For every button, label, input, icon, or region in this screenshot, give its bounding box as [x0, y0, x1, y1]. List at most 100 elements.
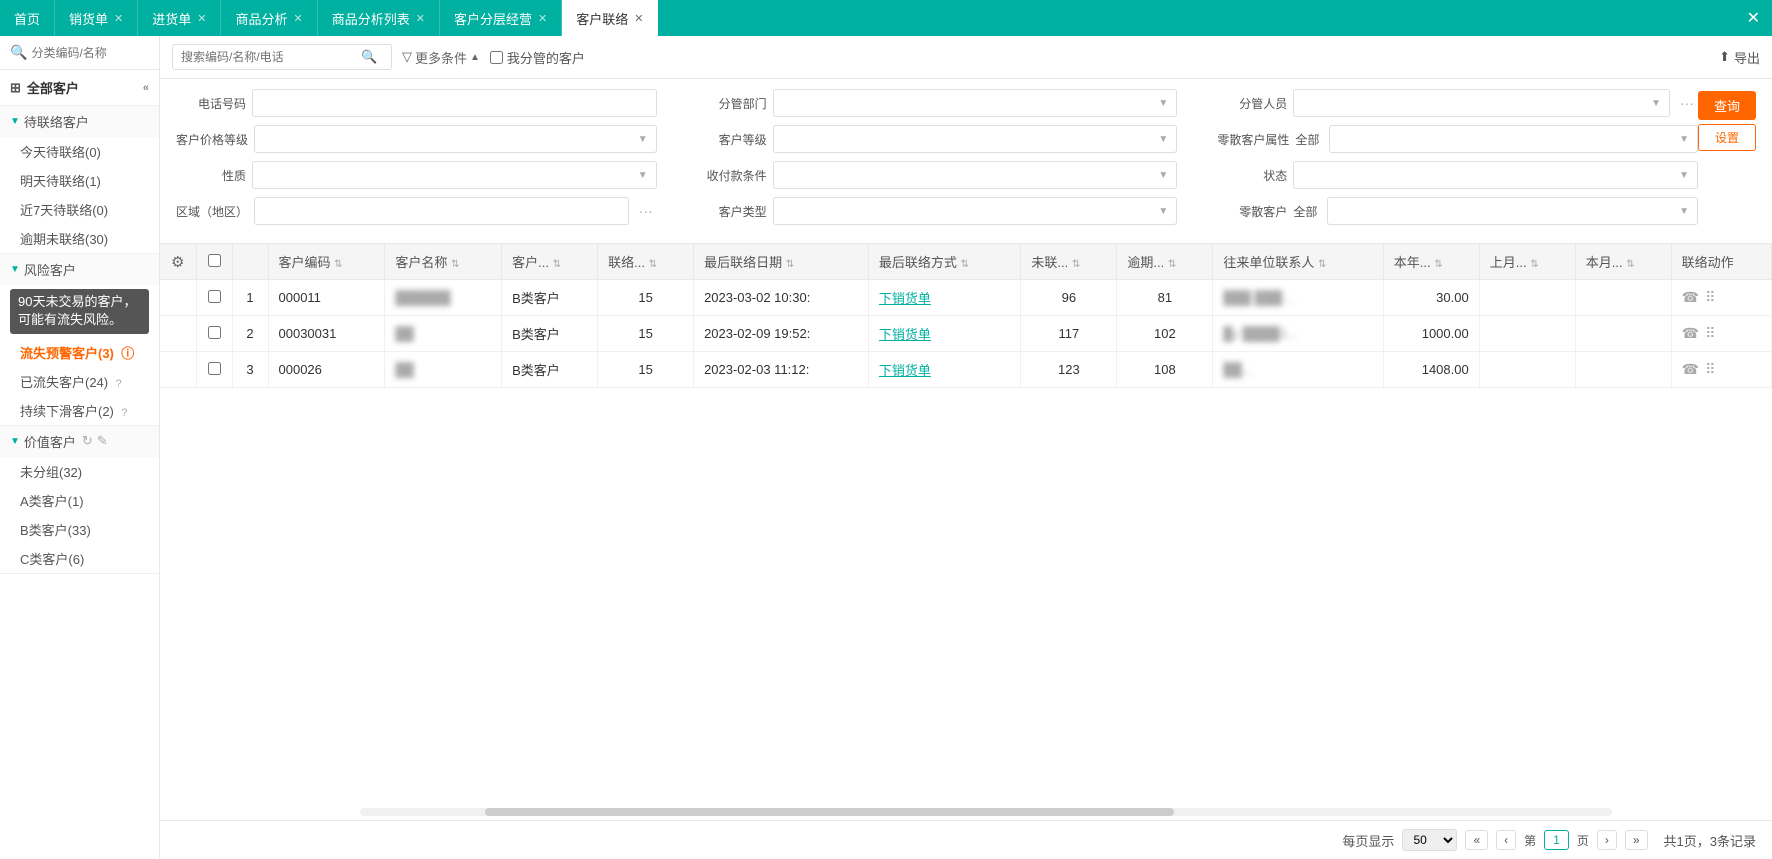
filter-price-level-select[interactable]: ▼	[254, 125, 657, 153]
col-type[interactable]: 客户... ⇅	[502, 244, 598, 280]
settings-button[interactable]: 设置	[1698, 124, 1756, 151]
td-method-0[interactable]: 下销货单	[868, 280, 1021, 316]
col-overdue[interactable]: 逾期... ⇅	[1117, 244, 1213, 280]
col-name[interactable]: 客户名称 ⇅	[385, 244, 502, 280]
window-close-icon[interactable]: ✕	[1747, 8, 1760, 28]
sidebar-item-churned[interactable]: 已流失客户(24) ?	[0, 367, 159, 396]
sidebar-group-value-header[interactable]: ▼ 价值客户 ↻ ✎	[0, 426, 159, 457]
td-checkbox-0[interactable]	[196, 280, 232, 316]
row-checkbox-2[interactable]	[208, 362, 221, 375]
col-contact-label: 联络...	[608, 255, 645, 270]
next-page-btn[interactable]: ›	[1597, 830, 1617, 850]
col-code[interactable]: 客户编码 ⇅	[268, 244, 385, 280]
query-button[interactable]: 查询	[1698, 91, 1756, 120]
col-unit-contact-label: 往来单位联系人	[1223, 255, 1314, 270]
tab-purchase-close[interactable]: ✕	[197, 12, 206, 25]
select-all-checkbox[interactable]	[208, 254, 221, 267]
col-uncontact[interactable]: 未联... ⇅	[1021, 244, 1117, 280]
search-input[interactable]	[181, 50, 361, 64]
tab-customer-contact[interactable]: 客户联络 ✕	[562, 0, 658, 36]
method-link-0[interactable]: 下销货单	[879, 291, 931, 306]
col-this-year[interactable]: 本年... ⇅	[1383, 244, 1479, 280]
tab-purchase[interactable]: 进货单 ✕	[138, 0, 221, 36]
sidebar-item-class-a[interactable]: A类客户(1)	[0, 486, 159, 515]
td-checkbox-2[interactable]	[196, 352, 232, 388]
filter-person-select[interactable]: ▼	[1293, 89, 1670, 117]
col-action: 联络动作	[1671, 244, 1771, 280]
tab-sales-close[interactable]: ✕	[114, 12, 123, 25]
action-phone-icon-2[interactable]: ☎	[1682, 361, 1699, 378]
tab-product-analysis-close[interactable]: ✕	[294, 12, 303, 25]
scrollbar-thumb[interactable]	[485, 808, 1174, 816]
sidebar-search-input[interactable]	[31, 46, 160, 60]
action-more-icon-0[interactable]: ⠿	[1705, 289, 1715, 306]
filter-phone-input[interactable]	[252, 89, 657, 117]
col-contact[interactable]: 联络... ⇅	[598, 244, 694, 280]
my-customers-check[interactable]	[490, 51, 503, 64]
tab-product-analysis[interactable]: 商品分析 ✕	[221, 0, 317, 36]
col-last-contact-method[interactable]: 最后联络方式 ⇅	[868, 244, 1021, 280]
horizontal-scrollbar[interactable]	[160, 804, 1772, 820]
filter-retail-customer-select[interactable]: ▼	[1327, 197, 1698, 225]
sidebar-item-7days[interactable]: 近7天待联络(0)	[0, 195, 159, 224]
filter-status-select[interactable]: ▼	[1293, 161, 1698, 189]
col-settings[interactable]: ⚙	[160, 244, 196, 280]
settings-icon[interactable]: ⚙	[171, 254, 184, 271]
filter-region-dots[interactable]: ···	[635, 203, 657, 219]
more-conditions-btn[interactable]: ▽ 更多条件 ▲	[402, 48, 480, 67]
col-unit-contact[interactable]: 往来单位联系人 ⇅	[1213, 244, 1383, 280]
col-this-month[interactable]: 本月... ⇅	[1575, 244, 1671, 280]
filter-customer-type-select[interactable]: ▼	[773, 197, 1178, 225]
my-customers-checkbox[interactable]: 我分管的客户	[490, 48, 585, 67]
tab-sales[interactable]: 销货单 ✕	[55, 0, 138, 36]
sidebar-item-ungrouped[interactable]: 未分组(32)	[0, 457, 159, 486]
action-phone-icon-1[interactable]: ☎	[1682, 325, 1699, 342]
method-link-2[interactable]: 下销货单	[879, 363, 931, 378]
td-method-1[interactable]: 下销货单	[868, 316, 1021, 352]
sidebar-item-class-b[interactable]: B类客户(33)	[0, 515, 159, 544]
row-checkbox-1[interactable]	[208, 326, 221, 339]
filter-person-dots[interactable]: ···	[1676, 95, 1698, 111]
export-btn[interactable]: ⬆ 导出	[1719, 48, 1760, 67]
filter-dept-select[interactable]: ▼	[773, 89, 1178, 117]
tab-product-analysis-list-close[interactable]: ✕	[416, 12, 425, 25]
tab-product-analysis-list[interactable]: 商品分析列表 ✕	[318, 0, 440, 36]
edit-icon[interactable]: ✎	[97, 433, 108, 449]
filter-payment-select[interactable]: ▼	[773, 161, 1178, 189]
action-more-icon-1[interactable]: ⠿	[1705, 325, 1715, 342]
sidebar-item-tomorrow[interactable]: 明天待联络(1)	[0, 166, 159, 195]
sort-icon-year: ⇅	[1434, 259, 1442, 270]
sidebar-item-today[interactable]: 今天待联络(0)	[0, 137, 159, 166]
sidebar-group-pending-header[interactable]: ▼ 待联络客户	[0, 106, 159, 137]
last-page-btn[interactable]: »	[1625, 830, 1648, 850]
sidebar-group-risk-header[interactable]: ▼ 风险客户	[0, 254, 159, 285]
page-size-select[interactable]: 50 20 100	[1402, 829, 1457, 851]
sidebar-item-overdue[interactable]: 逾期未联络(30)	[0, 224, 159, 253]
sidebar-item-declining[interactable]: 持续下滑客户(2) ?	[0, 396, 159, 425]
tab-customer-segment[interactable]: 客户分层经营 ✕	[440, 0, 562, 36]
prev-page-btn[interactable]: ‹	[1496, 830, 1516, 850]
filter-region-input[interactable]	[254, 197, 629, 225]
filter-nature-select[interactable]: ▼	[252, 161, 657, 189]
filter-customer-level-select[interactable]: ▼	[773, 125, 1178, 153]
tab-customer-contact-close[interactable]: ✕	[634, 12, 643, 25]
col-last-month[interactable]: 上月... ⇅	[1479, 244, 1575, 280]
tab-customer-segment-close[interactable]: ✕	[538, 12, 547, 25]
sidebar-all-customers[interactable]: ⊞ 全部客户 «	[0, 70, 159, 106]
row-checkbox-0[interactable]	[208, 290, 221, 303]
col-last-contact-date[interactable]: 最后联络日期 ⇅	[694, 244, 869, 280]
tab-purchase-label: 进货单	[152, 9, 191, 28]
filter-retail-attr-select[interactable]: ▼	[1329, 125, 1698, 153]
action-phone-icon-0[interactable]: ☎	[1682, 289, 1699, 306]
sidebar-item-churn-warning[interactable]: 流失预警客户(3) ⓘ	[0, 338, 159, 367]
sidebar-item-class-c[interactable]: C类客户(6)	[0, 544, 159, 573]
method-link-1[interactable]: 下销货单	[879, 327, 931, 342]
col-checkbox[interactable]	[196, 244, 232, 280]
tab-home[interactable]: 首页	[0, 0, 55, 36]
action-more-icon-2[interactable]: ⠿	[1705, 361, 1715, 378]
td-method-2[interactable]: 下销货单	[868, 352, 1021, 388]
refresh-icon[interactable]: ↻	[82, 433, 93, 449]
td-checkbox-1[interactable]	[196, 316, 232, 352]
first-page-btn[interactable]: «	[1465, 830, 1488, 850]
scrollbar-track[interactable]	[360, 808, 1612, 816]
